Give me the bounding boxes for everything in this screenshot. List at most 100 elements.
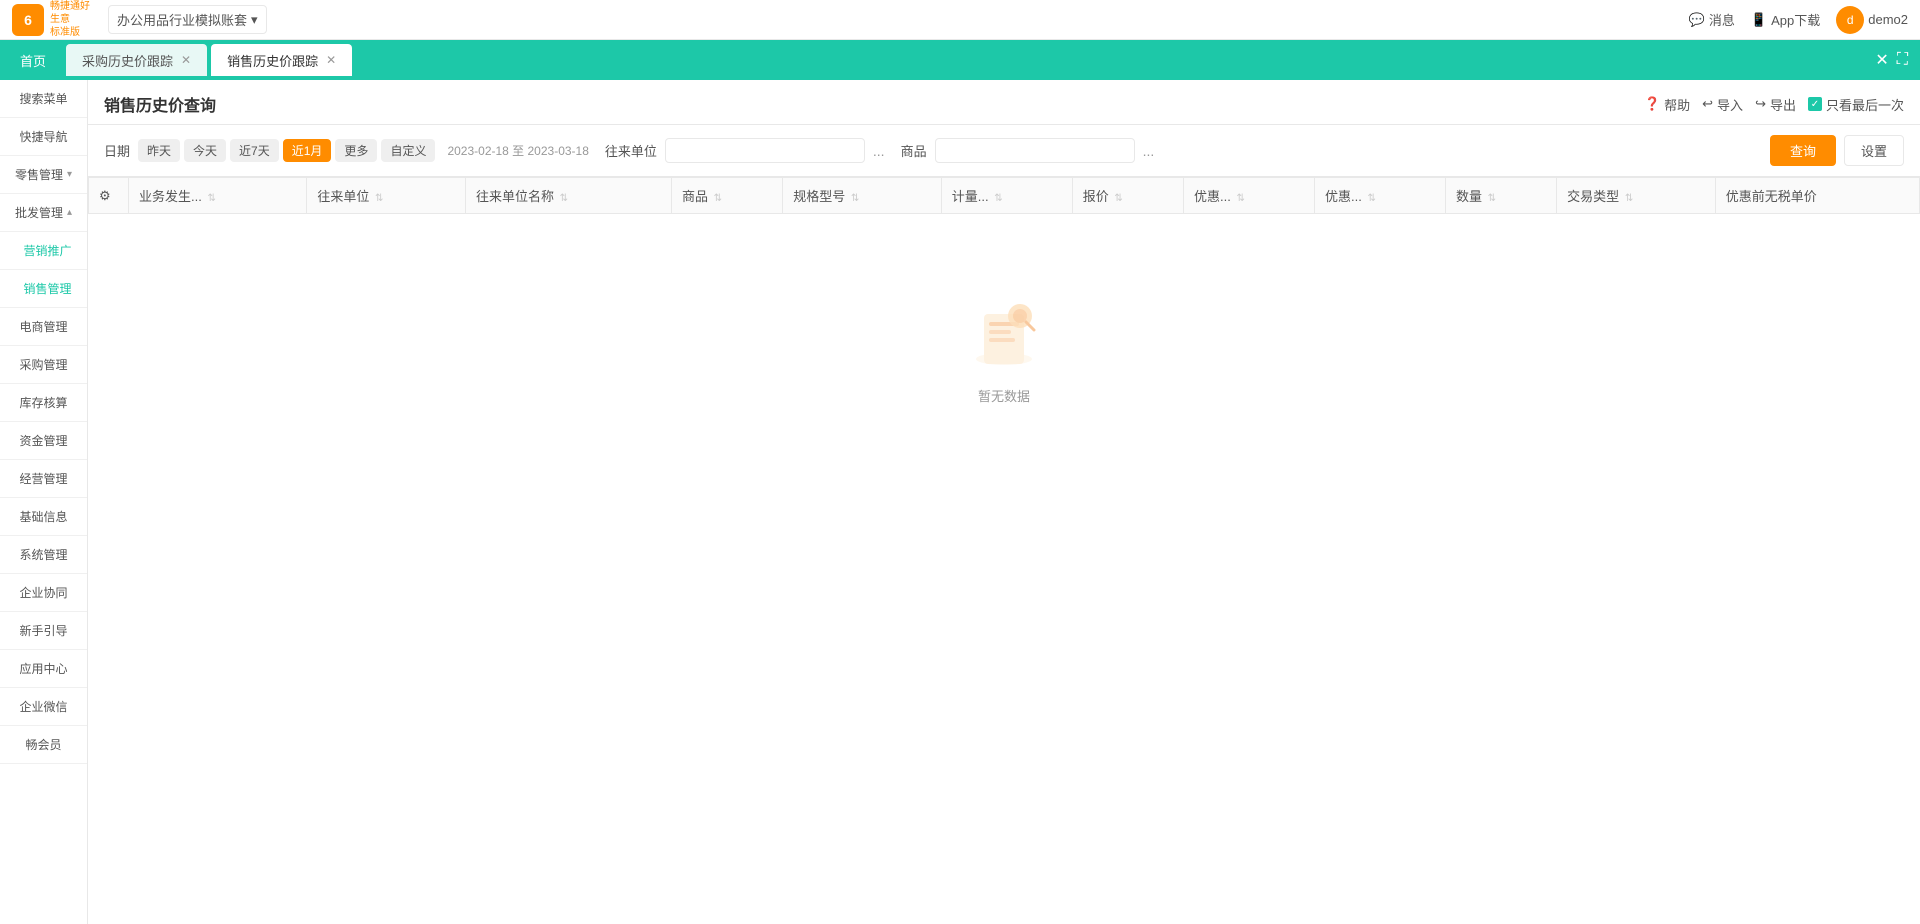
goods-filter-group: 商品 ...: [901, 138, 1155, 163]
settings-icon[interactable]: ⚙: [99, 188, 111, 203]
member-label: 畅会员: [25, 736, 61, 753]
sort-icon: ⇅: [1114, 193, 1122, 204]
date-buttons: 昨天 今天 近7天 近1月 更多 自定义: [138, 139, 435, 162]
sidebar-item-enterprise[interactable]: 企业协同: [0, 574, 87, 612]
sort-icon: ⇅: [207, 193, 215, 204]
th-discount1[interactable]: 优惠... ⇅: [1184, 178, 1315, 214]
sidebar-item-member[interactable]: 畅会员: [0, 726, 87, 764]
th-biz-date[interactable]: 业务发生... ⇅: [129, 178, 307, 214]
sidebar-item-wholesale-mgmt[interactable]: 批发管理 ▴: [0, 194, 87, 232]
th-unit-name[interactable]: 往来单位名称 ⇅: [465, 178, 671, 214]
date-btn-more[interactable]: 更多: [335, 139, 377, 162]
close-window-icon[interactable]: ✕: [1875, 50, 1888, 70]
sidebar-item-operation[interactable]: 经营管理: [0, 460, 87, 498]
message-button[interactable]: 💬 消息: [1689, 10, 1735, 29]
th-unit[interactable]: 计量... ⇅: [941, 178, 1072, 214]
checkbox-checked-icon: ✓: [1808, 97, 1822, 111]
maximize-icon[interactable]: ⛶: [1897, 51, 1908, 69]
tab-sales[interactable]: 销售历史价跟踪 ✕: [211, 44, 352, 76]
app-download-button[interactable]: 📱 App下载: [1751, 10, 1820, 29]
date-filter-group: 日期 昨天 今天 近7天 近1月 更多 自定义 2023-02-18 至 202…: [104, 139, 589, 162]
retail-mgmt-label: 零售管理: [15, 166, 63, 183]
import-button[interactable]: ↩ 导入: [1702, 95, 1743, 114]
th-price[interactable]: 报价 ⇅: [1072, 178, 1183, 214]
sidebar-item-enterprise-wechat[interactable]: 企业微信: [0, 688, 87, 726]
th-unit-code[interactable]: 往来单位 ⇅: [307, 178, 466, 214]
purchase-tab-close[interactable]: ✕: [181, 53, 191, 67]
sidebar-item-purchase[interactable]: 采购管理: [0, 346, 87, 384]
th-pretax-price[interactable]: 优惠前无税单价: [1715, 178, 1919, 214]
sidebar-item-app-center[interactable]: 应用中心: [0, 650, 87, 688]
sales-tab-label: 销售历史价跟踪: [227, 51, 318, 70]
th-settings[interactable]: ⚙: [89, 178, 129, 214]
sidebar-item-retail-mgmt[interactable]: 零售管理 ▾: [0, 156, 87, 194]
sort-icon: ⇅: [1236, 193, 1244, 204]
chevron-up-icon: ▴: [67, 207, 72, 218]
sort-icon: ⇅: [1625, 193, 1633, 204]
filter-right: 查询 设置: [1770, 135, 1904, 166]
sidebar-item-marketing[interactable]: 营销推广: [0, 232, 87, 270]
goods-dots-button[interactable]: ...: [1143, 143, 1155, 159]
sidebar-item-system[interactable]: 系统管理: [0, 536, 87, 574]
unit-dots-button[interactable]: ...: [873, 143, 885, 159]
sort-icon: ⇅: [994, 193, 1002, 204]
th-goods[interactable]: 商品 ⇅: [671, 178, 782, 214]
sidebar-item-newbie[interactable]: 新手引导: [0, 612, 87, 650]
sidebar-item-search-menu[interactable]: 搜索菜单: [0, 80, 87, 118]
filter-bar: 日期 昨天 今天 近7天 近1月 更多 自定义 2023-02-18 至 202…: [88, 125, 1920, 177]
logo-text: 畅捷通好生意 标准版: [50, 0, 92, 39]
th-trade-type[interactable]: 交易类型 ⇅: [1557, 178, 1716, 214]
date-label: 日期: [104, 141, 130, 160]
sidebar: 搜索菜单 快捷导航 零售管理 ▾ 批发管理 ▴ 营销推广 销售管理 电商管理 采…: [0, 80, 88, 924]
sidebar-item-ecommerce[interactable]: 电商管理: [0, 308, 87, 346]
home-tab-label: 首页: [20, 51, 46, 70]
settings-button[interactable]: 设置: [1844, 135, 1904, 166]
export-button[interactable]: ↪ 导出: [1755, 95, 1796, 114]
app-selector[interactable]: 办公用品行业模拟账套 ▾: [108, 5, 267, 34]
user-profile[interactable]: d demo2: [1836, 6, 1908, 34]
sidebar-item-basic-info[interactable]: 基础信息: [0, 498, 87, 536]
unit-label: 往来单位: [605, 141, 657, 160]
th-spec[interactable]: 规格型号 ⇅: [783, 178, 942, 214]
tab-purchase[interactable]: 采购历史价跟踪 ✕: [66, 44, 207, 76]
tab-bar-right: ✕ ⛶: [1875, 50, 1916, 70]
sidebar-item-inventory[interactable]: 库存核算: [0, 384, 87, 422]
th-discount2[interactable]: 优惠... ⇅: [1314, 178, 1445, 214]
page-header: 销售历史价查询 ❓ 帮助 ↩ 导入 ↪ 导出 ✓ 只看最后一次: [88, 80, 1920, 125]
logo-area: 6 畅捷通好生意 标准版: [12, 0, 92, 39]
query-button[interactable]: 查询: [1770, 135, 1836, 166]
goods-label: 商品: [901, 141, 927, 160]
date-btn-today[interactable]: 今天: [184, 139, 226, 162]
top-bar: 6 畅捷通好生意 标准版 办公用品行业模拟账套 ▾ 💬 消息 📱 App下载 d…: [0, 0, 1920, 40]
sort-icon: ⇅: [560, 193, 568, 204]
date-btn-yesterday[interactable]: 昨天: [138, 139, 180, 162]
top-bar-right: 💬 消息 📱 App下载 d demo2: [1689, 6, 1908, 34]
th-quantity[interactable]: 数量 ⇅: [1445, 178, 1556, 214]
chevron-down-icon: ▾: [251, 12, 258, 28]
quick-nav-label: 快捷导航: [19, 128, 67, 145]
sidebar-item-finance[interactable]: 资金管理: [0, 422, 87, 460]
table-container: ⚙ 业务发生... ⇅ 往来单位 ⇅ 往来单位名称 ⇅: [88, 177, 1920, 924]
logo-icon: 6: [12, 4, 44, 36]
date-btn-1month[interactable]: 近1月: [283, 139, 332, 162]
only-last-checkbox[interactable]: ✓ 只看最后一次: [1808, 95, 1904, 114]
sidebar-item-quick-nav[interactable]: 快捷导航: [0, 118, 87, 156]
unit-input[interactable]: [665, 138, 865, 163]
import-icon: ↩: [1702, 96, 1713, 112]
tab-home[interactable]: 首页: [4, 44, 62, 76]
sort-icon: ⇅: [714, 193, 722, 204]
sort-icon: ⇅: [1488, 193, 1496, 204]
purchase-tab-label: 采购历史价跟踪: [82, 51, 173, 70]
sidebar-item-sales-mgmt[interactable]: 销售管理: [0, 270, 87, 308]
avatar: d: [1836, 6, 1864, 34]
sales-tab-close[interactable]: ✕: [326, 53, 336, 67]
date-btn-custom[interactable]: 自定义: [381, 139, 435, 162]
wholesale-mgmt-label: 批发管理: [15, 204, 63, 221]
page-header-actions: ❓ 帮助 ↩ 导入 ↪ 导出 ✓ 只看最后一次: [1644, 95, 1904, 114]
help-button[interactable]: ❓ 帮助: [1644, 95, 1690, 114]
date-btn-7days[interactable]: 近7天: [230, 139, 279, 162]
empty-text: 暂无数据: [978, 386, 1030, 405]
date-range-text: 2023-02-18 至 2023-03-18: [447, 142, 588, 159]
sales-mgmt-label: 销售管理: [23, 280, 71, 297]
goods-input[interactable]: [935, 138, 1135, 163]
